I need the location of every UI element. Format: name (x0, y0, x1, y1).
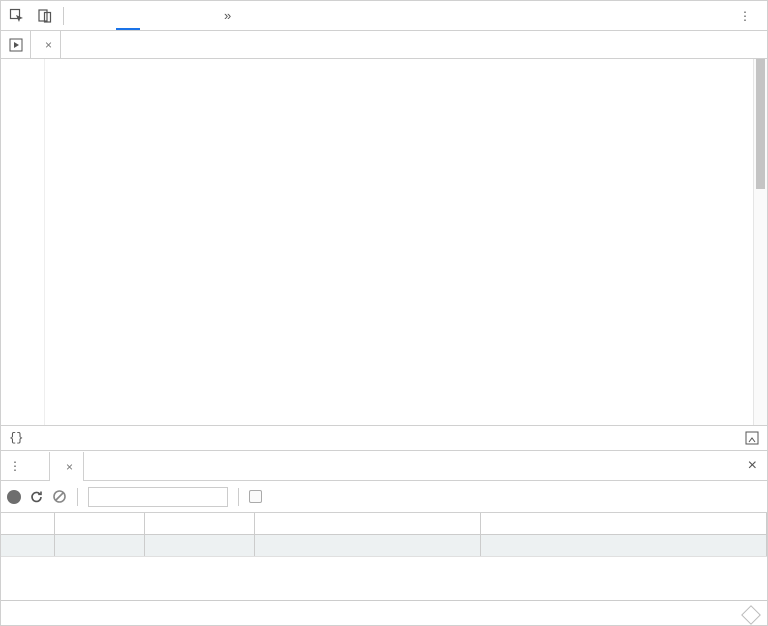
col-type[interactable] (55, 513, 145, 534)
col-total[interactable] (145, 513, 255, 534)
drawer-tabs: ⋮ × × (1, 451, 767, 481)
toggle-sidebar-icon[interactable] (745, 431, 759, 445)
coverage-status-bar (1, 601, 767, 625)
file-tab-coverage-fib[interactable]: × (31, 31, 61, 58)
tab-memory[interactable] (188, 1, 212, 30)
tab-performance[interactable] (164, 1, 188, 30)
close-icon[interactable]: × (45, 38, 52, 52)
device-toolbar-icon[interactable] (31, 2, 59, 30)
editor-status-bar: {} (1, 425, 767, 451)
tab-console[interactable] (92, 1, 116, 30)
tab-elements[interactable] (68, 1, 92, 30)
brand-watermark (744, 608, 762, 622)
more-tabs-icon[interactable]: » (212, 1, 243, 30)
devtools-main-toolbar: » ⋮ (1, 1, 767, 31)
drawer-tab-console[interactable] (29, 451, 49, 480)
tab-network[interactable] (140, 1, 164, 30)
navigator-toggle-icon[interactable] (1, 31, 31, 58)
editor-scrollbar[interactable] (753, 59, 767, 425)
url-filter-input[interactable] (88, 487, 228, 507)
empty-rows (1, 557, 767, 601)
panel-tabs: » (68, 1, 731, 30)
coverage-toolbar (1, 481, 767, 513)
toolbar-divider (77, 488, 78, 506)
toolbar-divider (63, 7, 64, 25)
close-icon[interactable]: × (66, 460, 73, 474)
cell-bar (481, 535, 767, 556)
col-unused[interactable] (255, 513, 481, 534)
brand-logo-icon (741, 605, 761, 625)
drawer-close-icon[interactable]: × (738, 457, 767, 475)
coverage-row[interactable] (1, 535, 767, 557)
inspect-element-icon[interactable] (3, 2, 31, 30)
col-url[interactable] (1, 513, 55, 534)
cell-url (1, 535, 55, 556)
cell-type (55, 535, 145, 556)
content-scripts-checkbox[interactable] (249, 490, 262, 503)
source-editor (1, 59, 767, 425)
code-area[interactable] (51, 59, 753, 425)
drawer-tab-whatsnew[interactable] (84, 451, 104, 480)
scrollbar-thumb[interactable] (756, 59, 765, 189)
reload-icon[interactable] (29, 489, 44, 504)
record-button[interactable] (7, 490, 21, 504)
drawer-menu-icon[interactable]: ⋮ (1, 459, 29, 473)
cell-total (145, 535, 255, 556)
toolbar-divider (238, 488, 239, 506)
cell-unused (255, 535, 481, 556)
line-gutter (1, 59, 45, 425)
clear-icon[interactable] (52, 489, 67, 504)
settings-menu-icon[interactable]: ⋮ (731, 2, 759, 30)
coverage-grid-header (1, 513, 767, 535)
tab-sources[interactable] (116, 1, 140, 30)
col-bar (481, 513, 767, 534)
file-tab-bar: × (1, 31, 767, 59)
drawer-tab-coverage[interactable]: × (49, 452, 84, 481)
pretty-print-icon[interactable]: {} (9, 431, 31, 445)
